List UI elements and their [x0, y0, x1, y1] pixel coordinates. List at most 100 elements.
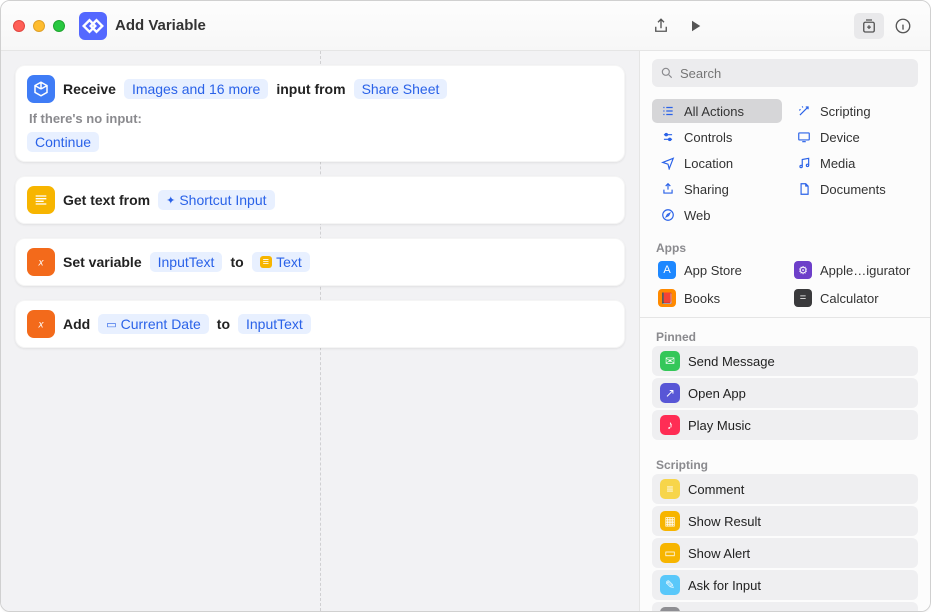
device-icon	[796, 129, 812, 145]
set-variable-label: Set variable	[63, 254, 142, 270]
action-get-text[interactable]: Get text from ✦ Shortcut Input	[15, 176, 625, 224]
search-input[interactable]	[680, 66, 910, 81]
action-add-to-variable[interactable]: x Add ▭ Current Date to InputText	[15, 300, 625, 348]
app-item[interactable]: 📕 Books	[652, 285, 782, 311]
titlebar: Add Variable	[1, 1, 930, 51]
text-type-icon: ≡	[260, 256, 272, 268]
app-icon: A	[658, 261, 676, 279]
safari-icon	[660, 207, 676, 223]
play-icon	[686, 17, 704, 35]
set-variable-value-token[interactable]: ≡ Text	[252, 252, 310, 272]
receive-from-label: input from	[276, 81, 345, 97]
category-device[interactable]: Device	[788, 125, 918, 149]
window-title: Add Variable	[115, 17, 206, 34]
minimize-window-button[interactable]	[33, 20, 45, 32]
app-icon: =	[794, 289, 812, 307]
set-variable-icon: x	[27, 248, 55, 276]
library-toggle-button[interactable]	[854, 13, 884, 39]
receive-source-token[interactable]: Share Sheet	[354, 79, 448, 99]
music-icon	[796, 155, 812, 171]
category-documents[interactable]: Documents	[788, 177, 918, 201]
set-variable-name-token[interactable]: InputText	[150, 252, 223, 272]
add-value-token[interactable]: ▭ Current Date	[98, 314, 209, 334]
scripting-section-label: Scripting	[640, 450, 930, 474]
date-type-icon: ▭	[106, 318, 116, 331]
action-list-item[interactable]: ΣCount	[652, 602, 918, 611]
category-sharing[interactable]: Sharing	[652, 177, 782, 201]
actions-scroll-section[interactable]: Pinned ✉ Send Message ↗Open App♪Play Music…	[640, 317, 930, 611]
action-list-item[interactable]: ↗Open App	[652, 378, 918, 408]
shortcuts-editor-window: Add Variable Receive	[0, 0, 931, 612]
action-item-label: Ask for Input	[688, 578, 761, 593]
search-field[interactable]	[652, 59, 918, 87]
zoom-window-button[interactable]	[53, 20, 65, 32]
category-web[interactable]: Web	[652, 203, 782, 227]
action-list-item[interactable]: ≡ Comment	[652, 474, 918, 504]
pinned-list: ✉ Send Message ↗Open App♪Play Music	[640, 346, 930, 440]
app-item[interactable]: ⚙ Apple…igurator	[788, 257, 918, 283]
app-label: App Store	[684, 263, 742, 278]
action-list-item[interactable]: ♪Play Music	[652, 410, 918, 440]
svg-text:x: x	[38, 257, 45, 268]
action-list-item[interactable]: ✎Ask for Input	[652, 570, 918, 600]
get-text-label: Get text from	[63, 192, 150, 208]
category-label: Device	[820, 130, 860, 145]
app-icon: 📕	[658, 289, 676, 307]
app-label: Books	[684, 291, 720, 306]
action-list-item[interactable]: ▦Show Result	[652, 506, 918, 536]
action-item-icon: ✉	[660, 351, 680, 371]
svg-text:x: x	[38, 319, 45, 330]
info-icon	[894, 17, 912, 35]
action-item-icon: ≡	[660, 479, 680, 499]
no-input-label: If there's no input:	[29, 111, 613, 126]
add-label: Add	[63, 316, 90, 332]
action-item-label: Comment	[688, 482, 744, 497]
search-icon	[660, 66, 674, 80]
category-label: Media	[820, 156, 855, 171]
category-label: Web	[684, 208, 711, 223]
app-item[interactable]: A App Store	[652, 257, 782, 283]
library-add-icon	[860, 17, 878, 35]
action-set-variable[interactable]: x Set variable InputText to ≡ Text	[15, 238, 625, 286]
share-icon	[660, 181, 676, 197]
action-item-label: Open App	[688, 386, 746, 401]
magic-var-icon: ✦	[166, 194, 175, 207]
action-item-label: Send Message	[688, 354, 775, 369]
add-target-var-token[interactable]: InputText	[238, 314, 311, 334]
pinned-section-label: Pinned	[640, 322, 930, 346]
category-all[interactable]: All Actions	[652, 99, 782, 123]
apps-section-label: Apps	[640, 233, 930, 257]
share-button[interactable]	[646, 13, 676, 39]
action-list-item[interactable]: ✉ Send Message	[652, 346, 918, 376]
category-label: All Actions	[684, 104, 744, 119]
category-location[interactable]: Location	[652, 151, 782, 175]
action-item-label: Show Alert	[688, 546, 750, 561]
window-controls	[13, 20, 65, 32]
workflow-canvas[interactable]: Receive Images and 16 more input from Sh…	[1, 51, 640, 611]
category-label: Controls	[684, 130, 732, 145]
category-media[interactable]: Media	[788, 151, 918, 175]
category-label: Scripting	[820, 104, 871, 119]
action-item-label: Show Result	[688, 514, 761, 529]
receive-input-types-token[interactable]: Images and 16 more	[124, 79, 268, 99]
app-item[interactable]: =Calculator	[788, 285, 918, 311]
action-item-icon: Σ	[660, 607, 680, 611]
category-controls[interactable]: Controls	[652, 125, 782, 149]
category-label: Location	[684, 156, 733, 171]
get-text-icon	[27, 186, 55, 214]
action-receive-input[interactable]: Receive Images and 16 more input from Sh…	[15, 65, 625, 162]
add-to-label: to	[217, 316, 230, 332]
action-list-item[interactable]: ▭Show Alert	[652, 538, 918, 568]
close-window-button[interactable]	[13, 20, 25, 32]
receive-label: Receive	[63, 81, 116, 97]
app-label: Apple…igurator	[820, 263, 910, 278]
info-button[interactable]	[888, 13, 918, 39]
scripting-list: ≡ Comment ▦Show Result▭Show Alert✎Ask for …	[640, 474, 930, 611]
get-text-source-token[interactable]: ✦ Shortcut Input	[158, 190, 274, 210]
category-scripting[interactable]: Scripting	[788, 99, 918, 123]
location-icon	[660, 155, 676, 171]
run-button[interactable]	[680, 13, 710, 39]
no-input-action-token[interactable]: Continue	[27, 132, 99, 152]
share-icon	[652, 17, 670, 35]
app-icon: ⚙	[794, 261, 812, 279]
